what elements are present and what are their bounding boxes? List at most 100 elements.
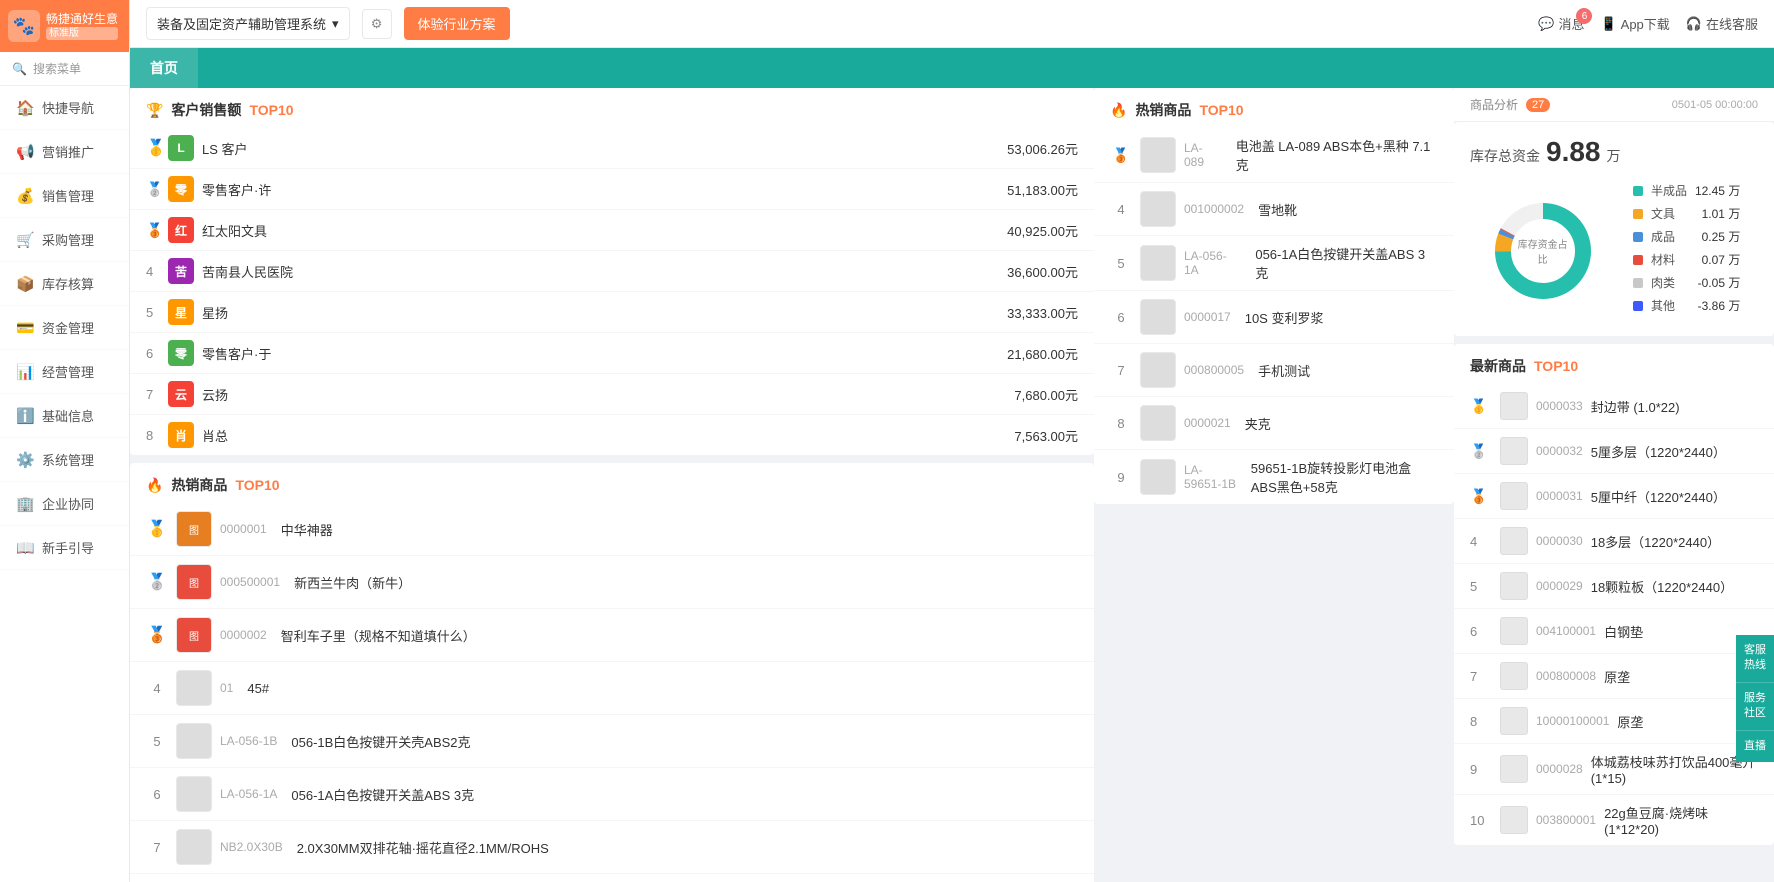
rank-medal: 🥈 xyxy=(146,572,168,592)
product-name: 22g鱼豆腐·烧烤味 (1*12*20) xyxy=(1604,803,1758,837)
sidebar-item-label: 营销推广 xyxy=(42,142,94,161)
list-item: 6 LA-056-1A 056-1A白色按键开关盖ABS 3克 xyxy=(130,768,1094,821)
inventory-topbar: 商品分析 27 0501-05 00:00:00 xyxy=(1454,88,1774,122)
sidebar-item-label: 经营管理 xyxy=(42,362,94,381)
system-selector[interactable]: 装备及固定资产辅助管理系统 ▾ xyxy=(146,7,350,40)
customer-ranking-card: 🏆 客户销售额 TOP10 🥇 L LS 客户 53,006.26元 xyxy=(130,88,1094,455)
list-item: 🥉 图 0000002 智利车子里（规格不知道填什么） xyxy=(130,609,1094,662)
new-products-header: 最新商品 TOP10 xyxy=(1454,344,1774,384)
product-image xyxy=(1500,392,1528,420)
product-code: 0000002 xyxy=(220,628,267,642)
avatar: 肖 xyxy=(168,422,194,448)
app-name: 畅捷通好生意 xyxy=(46,12,118,28)
sidebar-item-home[interactable]: 🏠 快捷导航 xyxy=(0,86,129,130)
product-name: 雪地靴 xyxy=(1258,200,1297,219)
app-badge: 标准版 xyxy=(46,27,118,40)
sidebar-item-guide[interactable]: 📖 新手引导 xyxy=(0,526,129,570)
product-code: 0000021 xyxy=(1184,416,1231,430)
tab-home[interactable]: 首页 xyxy=(130,48,198,88)
sidebar-item-operations[interactable]: 📊 经营管理 xyxy=(0,350,129,394)
fire-icon: 🔥 xyxy=(146,477,163,494)
avatar: 零 xyxy=(168,176,194,202)
float-live[interactable]: 直播 xyxy=(1736,731,1774,762)
sidebar-item-sales[interactable]: 💰 销售管理 xyxy=(0,174,129,218)
customer-name: 星扬 xyxy=(202,303,1007,322)
inventory-topbar-badge: 27 xyxy=(1526,98,1550,112)
product-code: LA-056-1A xyxy=(220,787,277,801)
message-icon: 💬 xyxy=(1538,16,1554,32)
sidebar-item-purchase[interactable]: 🛒 采购管理 xyxy=(0,218,129,262)
product-name: 封边带 (1.0*22) xyxy=(1591,397,1758,416)
product-name: 智利车子里（规格不知道填什么） xyxy=(281,626,476,645)
product-name: 18多层（1220*2440） xyxy=(1591,532,1758,551)
customer-amount: 21,680.00元 xyxy=(1007,344,1078,363)
sidebar-item-enterprise[interactable]: 🏢 企业协同 xyxy=(0,482,129,526)
avatar: 星 xyxy=(168,299,194,325)
customer-amount: 7,563.00元 xyxy=(1014,426,1078,445)
product-code: 000800008 xyxy=(1536,669,1596,683)
product-code: 001000002 xyxy=(1184,202,1244,216)
settings-button[interactable]: ⚙ xyxy=(362,9,392,39)
product-image xyxy=(1140,245,1176,281)
customer-amount: 36,600.00元 xyxy=(1007,262,1078,281)
float-community[interactable]: 服务社区 xyxy=(1736,683,1774,731)
top-header: 装备及固定资产辅助管理系统 ▾ ⚙ 体验行业方案 💬 消息 6 📱 App下载 … xyxy=(130,0,1774,48)
legend-item: 材料 0.07 万 xyxy=(1633,251,1740,268)
product-code: 0000032 xyxy=(1536,444,1583,458)
list-item: 4 0000030 18多层（1220*2440） xyxy=(1454,519,1774,564)
product-name: 5厘中纤（1220*2440） xyxy=(1591,487,1758,506)
legend-dot xyxy=(1633,232,1643,242)
trial-button[interactable]: 体验行业方案 xyxy=(404,7,510,40)
sidebar-item-inventory[interactable]: 📦 库存核算 xyxy=(0,262,129,306)
app-download-button[interactable]: 📱 App下载 xyxy=(1600,14,1669,33)
list-item: 8 10000100001 原垄 xyxy=(1454,699,1774,744)
list-item: 7 000800008 原垄 xyxy=(1454,654,1774,699)
message-button[interactable]: 💬 消息 6 xyxy=(1538,14,1584,33)
product-image xyxy=(1140,405,1176,441)
sidebar-item-label: 销售管理 xyxy=(42,186,94,205)
list-item: 5 0000029 18颗粒板（1220*2440） xyxy=(1454,564,1774,609)
sidebar-item-system[interactable]: ⚙️ 系统管理 xyxy=(0,438,129,482)
product-image xyxy=(1500,662,1528,690)
sidebar-item-basics[interactable]: ℹ️ 基础信息 xyxy=(0,394,129,438)
product-image xyxy=(1500,482,1528,510)
product-code: 000500001 xyxy=(220,575,280,589)
product-image xyxy=(1500,527,1528,555)
online-service-button[interactable]: 🎧 在线客服 xyxy=(1686,14,1758,33)
sidebar-logo[interactable]: 🐾 畅捷通好生意 标准版 xyxy=(0,0,129,52)
customer-name: LS 客户 xyxy=(202,139,1007,158)
sidebar-item-label: 新手引导 xyxy=(42,538,94,557)
list-item: 🥈 图 000500001 新西兰牛肉（新牛） xyxy=(130,556,1094,609)
rank-num: 4 xyxy=(146,681,168,696)
product-name: 中华神器 xyxy=(281,520,333,539)
customer-name: 红太阳文具 xyxy=(202,221,1007,240)
product-image xyxy=(176,776,212,812)
legend-item: 肉类 -0.05 万 xyxy=(1633,274,1740,291)
search-icon: 🔍 xyxy=(12,62,27,76)
product-image xyxy=(1140,459,1176,495)
sidebar-item-marketing[interactable]: 📢 营销推广 xyxy=(0,130,129,174)
rank-num: 7 xyxy=(146,840,168,855)
rank-medal: 🥉 xyxy=(1470,488,1492,505)
product-image xyxy=(1500,755,1528,783)
rank-num: 4 xyxy=(1470,534,1492,549)
table-row: 🥈 零 零售客户·许 51,183.00元 xyxy=(130,169,1094,210)
inventory-header: 库存总资金 9.88 万 xyxy=(1454,122,1774,172)
system-name: 装备及固定资产辅助管理系统 xyxy=(157,14,326,33)
float-customer-service[interactable]: 客服热线 xyxy=(1736,635,1774,683)
rank-num: 8 xyxy=(1470,714,1492,729)
right-panel: 商品分析 27 0501-05 00:00:00 库存总资金 9.88 万 xyxy=(1454,88,1774,882)
product-code: 0000033 xyxy=(1536,399,1583,413)
list-item: 5 LA-056-1B 056-1B白色按键开关壳ABS2克 xyxy=(130,715,1094,768)
hot-products-card: 🔥 热销商品 TOP10 🥇 图 0000001 中华神器 🥈 图 xyxy=(130,463,1094,882)
product-image xyxy=(1140,137,1176,173)
product-image xyxy=(1500,707,1528,735)
rank-num: 7 xyxy=(1470,669,1492,684)
product-image xyxy=(176,670,212,706)
avatar: 红 xyxy=(168,217,194,243)
product-name: 2.0X30MM双排花轴·摇花直径2.1MM/ROHS xyxy=(297,838,549,857)
product-code: LA-056-1A xyxy=(1184,249,1241,277)
rank-num: 9 xyxy=(1110,470,1132,485)
sidebar-item-finance[interactable]: 💳 资金管理 xyxy=(0,306,129,350)
sidebar-search[interactable]: 🔍 搜索菜单 xyxy=(0,52,129,86)
